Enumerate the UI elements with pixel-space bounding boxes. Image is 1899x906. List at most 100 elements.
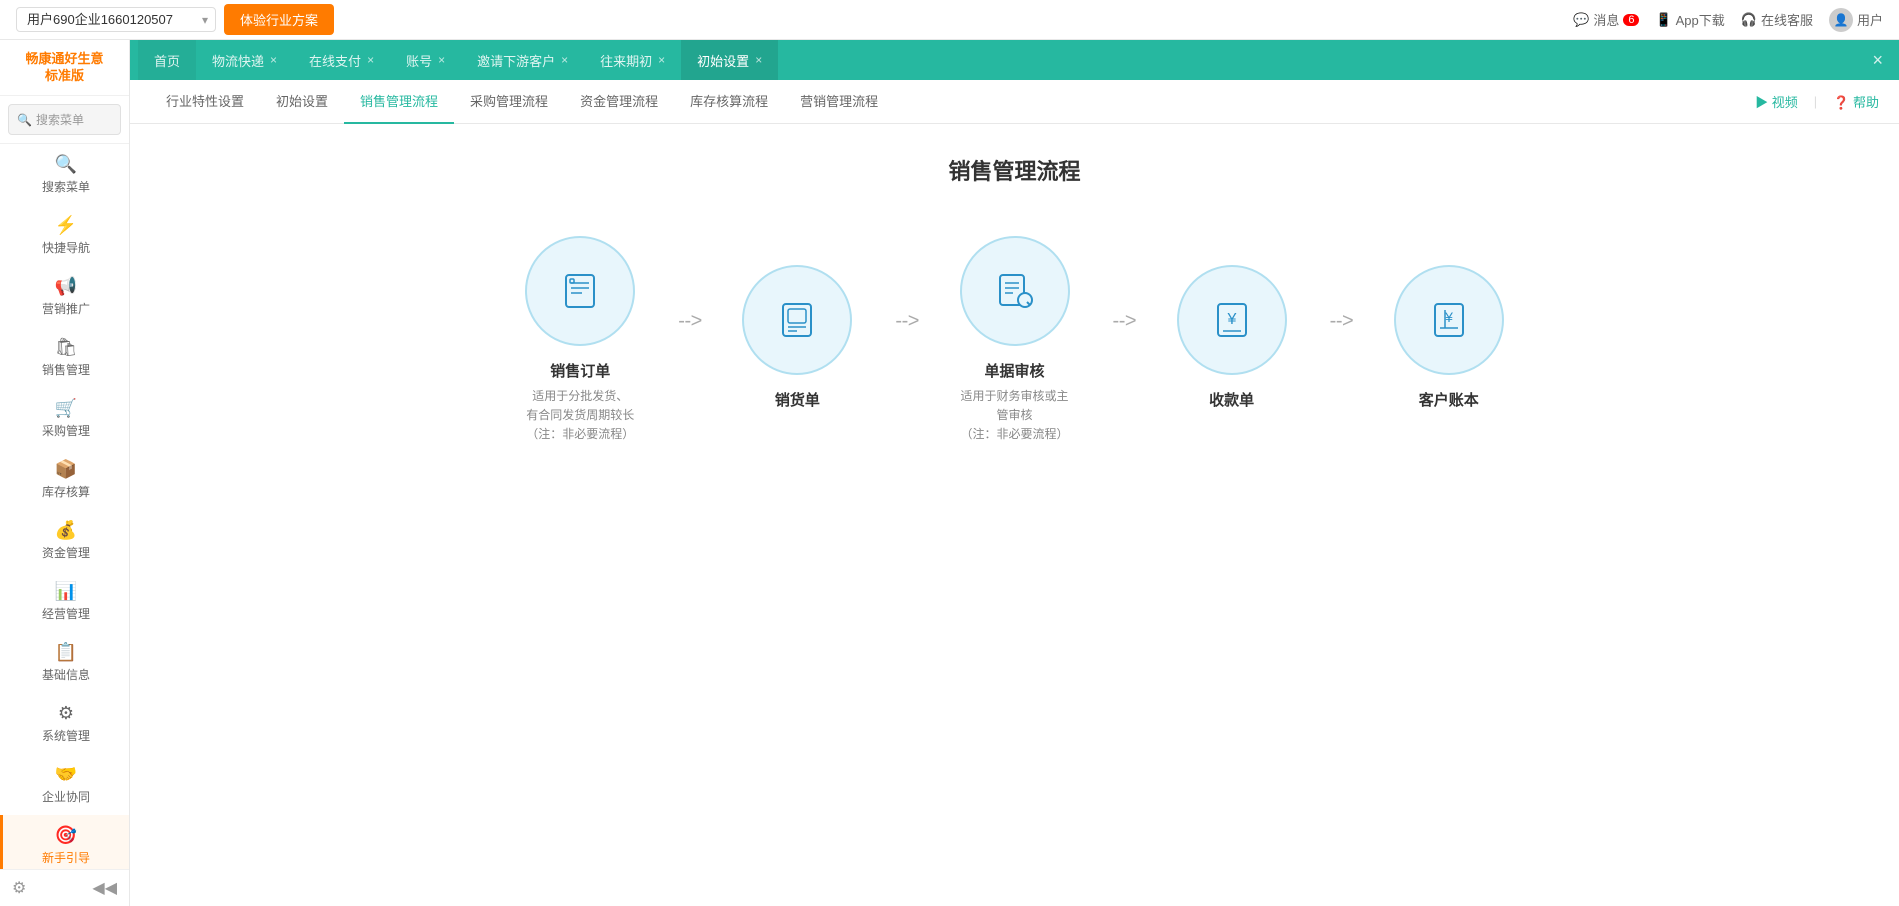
sidebar-label-marketing-promo: 营销推广 xyxy=(42,300,90,317)
sidebar-item-search[interactable]: 🔍搜索菜单 xyxy=(0,144,129,205)
collapse-icon[interactable]: ◀◀ xyxy=(92,878,117,898)
logo-text: 畅康通好生意 标准版 xyxy=(25,51,103,85)
workflow-arrow-1: - - > xyxy=(895,307,916,373)
nav-tab-close-period-init[interactable]: × xyxy=(658,53,665,67)
sidebar-search-area[interactable]: 🔍 搜索菜单 xyxy=(0,96,129,144)
nav-tab-initial-setup[interactable]: 初始设置× xyxy=(681,40,778,80)
workflow-step-sales-order[interactable]: 销售订单适用于分批发货、有合同发货周期较长（注：非必要流程） xyxy=(490,236,670,445)
sub-tab-industry[interactable]: 行业特性设置 xyxy=(150,80,260,124)
nav-tab-label-account: 账号 xyxy=(406,51,432,70)
sidebar-item-newbie[interactable]: 🎯新手引导 xyxy=(0,815,129,869)
sub-tab-label-inventory-flow: 库存核算流程 xyxy=(690,91,768,110)
sidebar-icon-operations: 📊 xyxy=(55,581,77,602)
sidebar-item-quick-nav[interactable]: ⚡快捷导航 xyxy=(0,205,129,266)
user-select[interactable]: 用户690企业1660120507 xyxy=(16,7,216,32)
sidebar-icon-system: ⚙ xyxy=(58,703,74,724)
nav-tab-period-init[interactable]: 往来期初× xyxy=(584,40,681,80)
sidebar-item-finance[interactable]: 💰 资金管理 xyxy=(0,510,129,571)
message-badge: 6 xyxy=(1623,14,1639,26)
content-area: 首页物流快递×在线支付×账号×邀请下游客户×往来期初×初始设置×× 行业特性设置… xyxy=(130,40,1899,906)
sidebar-icon-marketing-promo: 📢 xyxy=(55,276,77,297)
sidebar-nav: 🔍搜索菜单⚡快捷导航 📢 营销推广 🛍销售管理🛒采购管理📦库存核算 💰 资金管理 📊 经营管理… xyxy=(0,144,129,869)
sub-tab-initial[interactable]: 初始设置 xyxy=(260,80,344,124)
sidebar-label-inventory: 库存核算 xyxy=(42,483,90,500)
top-bar: 用户690企业1660120507 体验行业方案 💬 消息 6 📱 App下载 … xyxy=(0,0,1899,40)
sub-tab-label-marketing-flow: 营销管理流程 xyxy=(800,91,878,110)
sidebar: 畅康通好生意 标准版 🔍 搜索菜单 🔍搜索菜单⚡快捷导航 📢 营销推广 🛍销售管理🛒采… xyxy=(0,40,130,906)
sidebar-label-quick-nav: 快捷导航 xyxy=(42,239,90,256)
step-name-sales-invoice: 销货单 xyxy=(775,389,820,410)
sub-tab-purchase-flow[interactable]: 采购管理流程 xyxy=(454,80,564,124)
sub-tab-finance-flow[interactable]: 资金管理流程 xyxy=(564,80,674,124)
sidebar-item-system[interactable]: ⚙ 系统管理 xyxy=(0,693,129,754)
nav-tab-home[interactable]: 首页 xyxy=(138,40,196,80)
sidebar-item-purchase-mgmt[interactable]: 🛒采购管理 xyxy=(0,388,129,449)
nav-tab-label-home: 首页 xyxy=(154,51,180,70)
sidebar-label-system: 系统管理 xyxy=(42,727,90,744)
close-all-tabs[interactable]: × xyxy=(1864,50,1891,71)
sub-tab-label-purchase-flow: 采购管理流程 xyxy=(470,91,548,110)
sidebar-item-enterprise[interactable]: 🤝企业协同 xyxy=(0,754,129,815)
nav-tab-account[interactable]: 账号 × xyxy=(390,40,461,80)
sidebar-item-operations[interactable]: 📊 经营管理 xyxy=(0,571,129,632)
help-link[interactable]: ❓ 帮助 xyxy=(1833,92,1879,111)
sidebar-bottom: ⚙ ◀◀ xyxy=(0,869,129,906)
sub-tabs: 行业特性设置初始设置 销售管理流程 采购管理流程 资金管理流程 库存核算流程 营销管理流程… xyxy=(130,80,1899,124)
workflow-step-customer-ledger[interactable]: ¥ 客户账本 xyxy=(1359,265,1539,416)
sidebar-label-finance: 资金管理 xyxy=(42,544,90,561)
sub-tab-sales-flow[interactable]: 销售管理流程 xyxy=(344,80,454,124)
workflow-step-doc-review[interactable]: 单据审核适用于财务审核或主管审核（注：非必要流程） xyxy=(925,236,1105,445)
step-circle-sales-order xyxy=(525,236,635,346)
sub-tab-label-finance-flow: 资金管理流程 xyxy=(580,91,658,110)
workflow-step-receipt[interactable]: ¥ 收款单 xyxy=(1142,265,1322,416)
online-service-item[interactable]: 🎧 在线客服 xyxy=(1741,10,1813,29)
sub-tab-inventory-flow[interactable]: 库存核算流程 xyxy=(674,80,784,124)
step-name-customer-ledger: 客户账本 xyxy=(1419,389,1479,410)
sidebar-label-newbie: 新手引导 xyxy=(42,849,90,866)
sidebar-icon-search: 🔍 xyxy=(55,154,77,175)
sub-tab-label-initial: 初始设置 xyxy=(276,91,328,110)
sidebar-label-sales-mgmt: 销售管理 xyxy=(42,361,90,378)
step-circle-sales-invoice xyxy=(742,265,852,375)
nav-tab-close-payment[interactable]: × xyxy=(367,53,374,67)
sidebar-label-purchase-mgmt: 采购管理 xyxy=(42,422,90,439)
svg-text:¥: ¥ xyxy=(1226,311,1236,328)
sidebar-logo: 畅康通好生意 标准版 xyxy=(0,40,129,96)
main-layout: 畅康通好生意 标准版 🔍 搜索菜单 🔍搜索菜单⚡快捷导航 📢 营销推广 🛍销售管理🛒采… xyxy=(0,40,1899,906)
sub-tab-marketing-flow[interactable]: 营销管理流程 xyxy=(784,80,894,124)
video-icon: ▶ xyxy=(1755,95,1768,110)
top-bar-right: 💬 消息 6 📱 App下载 🎧 在线客服 👤 用户 xyxy=(1573,8,1883,32)
workflow-steps: 销售订单适用于分批发货、有合同发货周期较长（注：非必要流程） - - > 销货单 -… xyxy=(170,236,1859,445)
step-name-receipt: 收款单 xyxy=(1209,389,1254,410)
workflow-arrow-0: - - > xyxy=(678,307,699,373)
sidebar-icon-finance: 💰 xyxy=(55,520,77,541)
workflow-step-sales-invoice[interactable]: 销货单 xyxy=(707,265,887,416)
sub-tab-label-sales-flow: 销售管理流程 xyxy=(360,91,438,110)
user-item[interactable]: 👤 用户 xyxy=(1829,8,1883,32)
nav-tab-close-logistics[interactable]: × xyxy=(270,53,277,67)
nav-tab-close-initial-setup[interactable]: × xyxy=(755,53,762,67)
settings-icon[interactable]: ⚙ xyxy=(12,878,26,898)
nav-tab-logistics[interactable]: 物流快递 × xyxy=(196,40,293,80)
sidebar-item-inventory[interactable]: 📦库存核算 xyxy=(0,449,129,510)
trial-btn[interactable]: 体验行业方案 xyxy=(224,4,334,35)
search-menu-btn[interactable]: 🔍 搜索菜单 xyxy=(8,104,121,135)
nav-tab-payment[interactable]: 在线支付× xyxy=(293,40,390,80)
sidebar-item-sales-mgmt[interactable]: 🛍销售管理 xyxy=(0,327,129,388)
nav-tab-close-invite-customers[interactable]: × xyxy=(561,53,568,67)
nav-tab-invite-customers[interactable]: 邀请下游客户× xyxy=(461,40,584,80)
nav-tab-close-account[interactable]: × xyxy=(438,53,445,67)
sidebar-item-marketing-promo[interactable]: 📢 营销推广 xyxy=(0,266,129,327)
nav-tab-label-logistics: 物流快递 xyxy=(212,51,264,70)
app-download-item[interactable]: 📱 App下载 xyxy=(1655,10,1724,29)
sidebar-label-operations: 经营管理 xyxy=(42,605,90,622)
video-link[interactable]: ▶ 视频 xyxy=(1755,92,1798,111)
sidebar-item-basic-info[interactable]: 📋基础信息 xyxy=(0,632,129,693)
user-select-wrap[interactable]: 用户690企业1660120507 xyxy=(16,7,216,32)
message-item[interactable]: 💬 消息 6 xyxy=(1573,10,1639,29)
top-bar-left: 用户690企业1660120507 体验行业方案 xyxy=(16,4,334,35)
page-content: 行业特性设置初始设置 销售管理流程 采购管理流程 资金管理流程 库存核算流程 营销管理流程… xyxy=(130,80,1899,906)
step-desc-sales-order: 适用于分批发货、有合同发货周期较长（注：非必要流程） xyxy=(526,387,634,445)
sidebar-label-basic-info: 基础信息 xyxy=(42,666,90,683)
search-icon: 🔍 xyxy=(17,113,32,127)
